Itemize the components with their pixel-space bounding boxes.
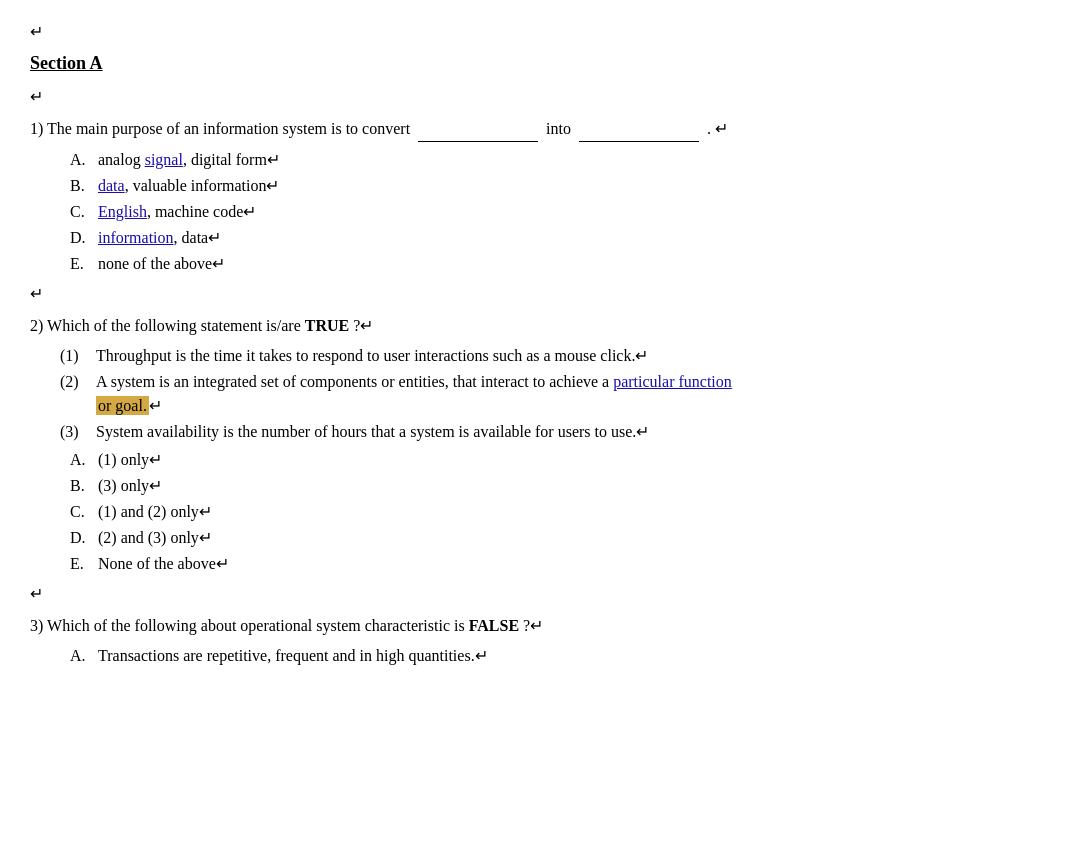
q1-option-a-label: A. [70,148,90,172]
q2-options: A. (1) only↵ B. (3) only↵ C. (1) and (2)… [30,448,1050,576]
q1-option-d-text: information, data↵ [98,226,221,250]
q3-option-a-label: A. [70,644,90,668]
q2-sub-3-label: (3) [60,420,88,444]
question-1: 1) The main purpose of an information sy… [30,117,1050,276]
q2-text: Which of the following statement is/are [47,317,305,334]
q2-option-d: D. (2) and (3) only↵ [70,526,1050,550]
q1-option-b-text: data, valuable information↵ [98,174,279,198]
q2-sub-1: (1) Throughput is the time it takes to r… [60,344,1050,368]
top-return: ↵ [30,20,1050,44]
q2-option-c-label: C. [70,500,90,524]
q3-option-a: A. Transactions are repetitive, frequent… [70,644,1050,668]
q1-blank2 [579,117,699,142]
q2-option-e: E. None of the above↵ [70,552,1050,576]
q2-sub-statements: (1) Throughput is the time it takes to r… [30,344,1050,444]
q2-option-b-label: B. [70,474,90,498]
q3-number: 3) [30,617,47,634]
q1-text-before: The main purpose of an information syste… [47,120,414,137]
return-2: ↵ [30,282,1050,306]
q2-option-d-label: D. [70,526,90,550]
q1-option-c: C. English, machine code↵ [70,200,1050,224]
q2-sub-3-text: System availability is the number of hou… [96,420,649,444]
q3-text-after: ?↵ [523,617,543,634]
q2-option-d-text: (2) and (3) only↵ [98,526,212,550]
question-3: 3) Which of the following about operatio… [30,614,1050,668]
q1-data: data [98,177,125,194]
q3-options: A. Transactions are repetitive, frequent… [30,644,1050,668]
q1-information: information [98,229,174,246]
q1-option-e-label: E. [70,252,90,276]
question-2: 2) Which of the following statement is/a… [30,314,1050,576]
q3-bold: FALSE [469,617,519,634]
q1-blank1 [418,117,538,142]
q1-option-a: A. analog signal, digital form↵ [70,148,1050,172]
q1-option-e: E. none of the above↵ [70,252,1050,276]
q2-sub-1-label: (1) [60,344,88,368]
q3-option-a-text: Transactions are repetitive, frequent an… [98,644,488,668]
q1-option-a-text: analog signal, digital form↵ [98,148,280,172]
q1-return: ↵ [715,120,728,137]
q1-text-after: . [707,120,711,137]
q1-option-c-text: English, machine code↵ [98,200,256,224]
q2-option-e-text: None of the above↵ [98,552,229,576]
q2-option-b-text: (3) only↵ [98,474,162,498]
q2-option-a: A. (1) only↵ [70,448,1050,472]
q1-options: A. analog signal, digital form↵ B. data,… [30,148,1050,276]
section-title: Section A [30,50,1050,77]
q1-option-c-label: C. [70,200,90,224]
q1-option-b: B. data, valuable information↵ [70,174,1050,198]
q1-option-d-label: D. [70,226,90,250]
q2-sub-3: (3) System availability is the number of… [60,420,1050,444]
q2-option-a-label: A. [70,448,90,472]
q2-particular-function: particular function [613,373,732,390]
q2-text-after: ?↵ [353,317,373,334]
q2-bold: TRUE [305,317,349,334]
q1-option-e-text: none of the above↵ [98,252,225,276]
q2-sub-2-text: A system is an integrated set of compone… [96,370,732,418]
q2-option-c-text: (1) and (2) only↵ [98,500,212,524]
q2-sub-2-label: (2) [60,370,88,394]
q2-sub-1-text: Throughput is the time it takes to respo… [96,344,648,368]
question-2-text: 2) Which of the following statement is/a… [30,314,1050,338]
q1-signal: signal [145,151,183,168]
q2-option-b: B. (3) only↵ [70,474,1050,498]
q1-english: English [98,203,147,220]
question-3-text: 3) Which of the following about operatio… [30,614,1050,638]
return-1: ↵ [30,85,1050,109]
question-1-text: 1) The main purpose of an information sy… [30,117,1050,142]
q2-option-e-label: E. [70,552,90,576]
q2-option-a-text: (1) only↵ [98,448,162,472]
q1-option-d: D. information, data↵ [70,226,1050,250]
q1-text-between: into [546,120,575,137]
q2-option-c: C. (1) and (2) only↵ [70,500,1050,524]
q3-text: Which of the following about operational… [47,617,469,634]
q1-option-b-label: B. [70,174,90,198]
q2-number: 2) [30,317,47,334]
q2-or-goal: or goal. [96,396,149,415]
q1-number: 1) [30,120,43,137]
q2-sub-2: (2) A system is an integrated set of com… [60,370,1050,418]
return-3: ↵ [30,582,1050,606]
document-container: ↵ Section A ↵ 1) The main purpose of an … [30,20,1050,668]
